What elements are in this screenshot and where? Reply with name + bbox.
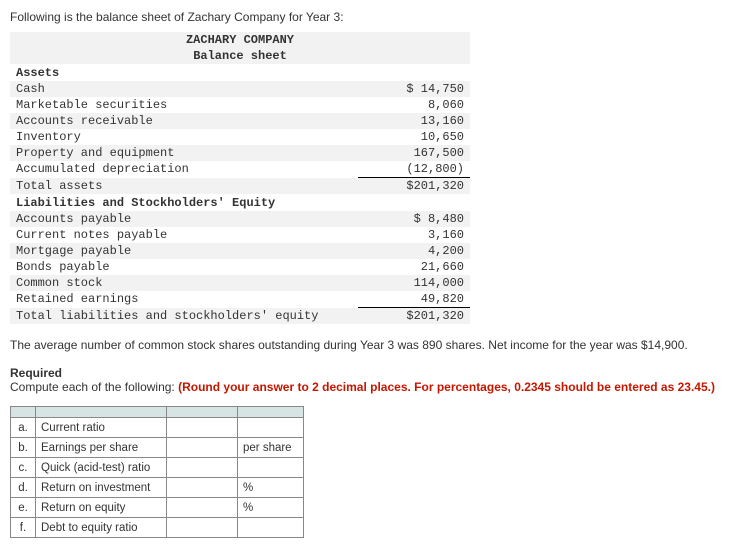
- row-suffix: [238, 458, 304, 478]
- row-letter: d.: [11, 478, 36, 498]
- liab-amount: 3,160: [358, 227, 470, 243]
- earnings-per-share-input[interactable]: [172, 438, 232, 457]
- asset-label: Accumulated depreciation: [10, 161, 358, 178]
- sheet-title: Balance sheet: [10, 48, 470, 64]
- asset-amount: 10,650: [358, 129, 470, 145]
- row-letter: a.: [11, 418, 36, 438]
- liab-label: Bonds payable: [10, 259, 358, 275]
- asset-amount: 13,160: [358, 113, 470, 129]
- liab-label: Retained earnings: [10, 291, 358, 308]
- balance-sheet-table: ZACHARY COMPANY Balance sheet Assets Cas…: [10, 32, 470, 324]
- row-label: Debt to equity ratio: [36, 518, 167, 538]
- required-instructions: Compute each of the following: (Round yo…: [10, 380, 743, 394]
- total-assets-label: Total assets: [10, 178, 358, 195]
- row-suffix: %: [238, 478, 304, 498]
- asset-amount: (12,800): [358, 161, 470, 178]
- required-text-plain: Compute each of the following:: [10, 380, 178, 394]
- row-label: Current ratio: [36, 418, 167, 438]
- row-letter: e.: [11, 498, 36, 518]
- required-heading: Required: [10, 366, 743, 380]
- asset-label: Cash: [10, 81, 358, 97]
- liab-label: Current notes payable: [10, 227, 358, 243]
- required-text-red: (Round your answer to 2 decimal places. …: [178, 380, 715, 394]
- total-assets-amount: $201,320: [358, 178, 470, 195]
- liab-label: Common stock: [10, 275, 358, 291]
- row-suffix: per share: [238, 438, 304, 458]
- row-suffix: [238, 418, 304, 438]
- answer-row: b. Earnings per share per share: [11, 438, 304, 458]
- answer-row: a. Current ratio: [11, 418, 304, 438]
- asset-amount: 167,500: [358, 145, 470, 161]
- liab-amount: $ 8,480: [358, 211, 470, 227]
- answer-row: d. Return on investment %: [11, 478, 304, 498]
- liab-amount: 21,660: [358, 259, 470, 275]
- row-label: Earnings per share: [36, 438, 167, 458]
- debt-to-equity-input[interactable]: [172, 518, 232, 537]
- return-on-equity-input[interactable]: [172, 498, 232, 517]
- row-label: Return on investment: [36, 478, 167, 498]
- quick-ratio-input[interactable]: [172, 458, 232, 477]
- asset-label: Property and equipment: [10, 145, 358, 161]
- row-label: Return on equity: [36, 498, 167, 518]
- row-letter: b.: [11, 438, 36, 458]
- answer-table: a. Current ratio b. Earnings per share p…: [10, 406, 304, 538]
- row-suffix: %: [238, 498, 304, 518]
- liab-amount: 4,200: [358, 243, 470, 259]
- asset-label: Inventory: [10, 129, 358, 145]
- return-on-investment-input[interactable]: [172, 478, 232, 497]
- asset-amount: 8,060: [358, 97, 470, 113]
- assets-heading: Assets: [10, 64, 470, 81]
- liab-amount: 49,820: [358, 291, 470, 308]
- liab-label: Accounts payable: [10, 211, 358, 227]
- asset-amount: $ 14,750: [358, 81, 470, 97]
- asset-label: Marketable securities: [10, 97, 358, 113]
- total-liab-amount: $201,320: [358, 308, 470, 325]
- liab-amount: 114,000: [358, 275, 470, 291]
- company-name: ZACHARY COMPANY: [10, 32, 470, 48]
- row-letter: f.: [11, 518, 36, 538]
- answer-row: e. Return on equity %: [11, 498, 304, 518]
- row-suffix: [238, 518, 304, 538]
- answer-row: f. Debt to equity ratio: [11, 518, 304, 538]
- current-ratio-input[interactable]: [172, 418, 232, 437]
- liabilities-heading: Liabilities and Stockholders' Equity: [10, 194, 470, 211]
- row-letter: c.: [11, 458, 36, 478]
- intro-text: Following is the balance sheet of Zachar…: [10, 10, 743, 24]
- liab-label: Mortgage payable: [10, 243, 358, 259]
- answer-row: c. Quick (acid-test) ratio: [11, 458, 304, 478]
- context-paragraph: The average number of common stock share…: [10, 338, 743, 352]
- total-liab-label: Total liabilities and stockholders' equi…: [10, 308, 358, 325]
- asset-label: Accounts receivable: [10, 113, 358, 129]
- row-label: Quick (acid-test) ratio: [36, 458, 167, 478]
